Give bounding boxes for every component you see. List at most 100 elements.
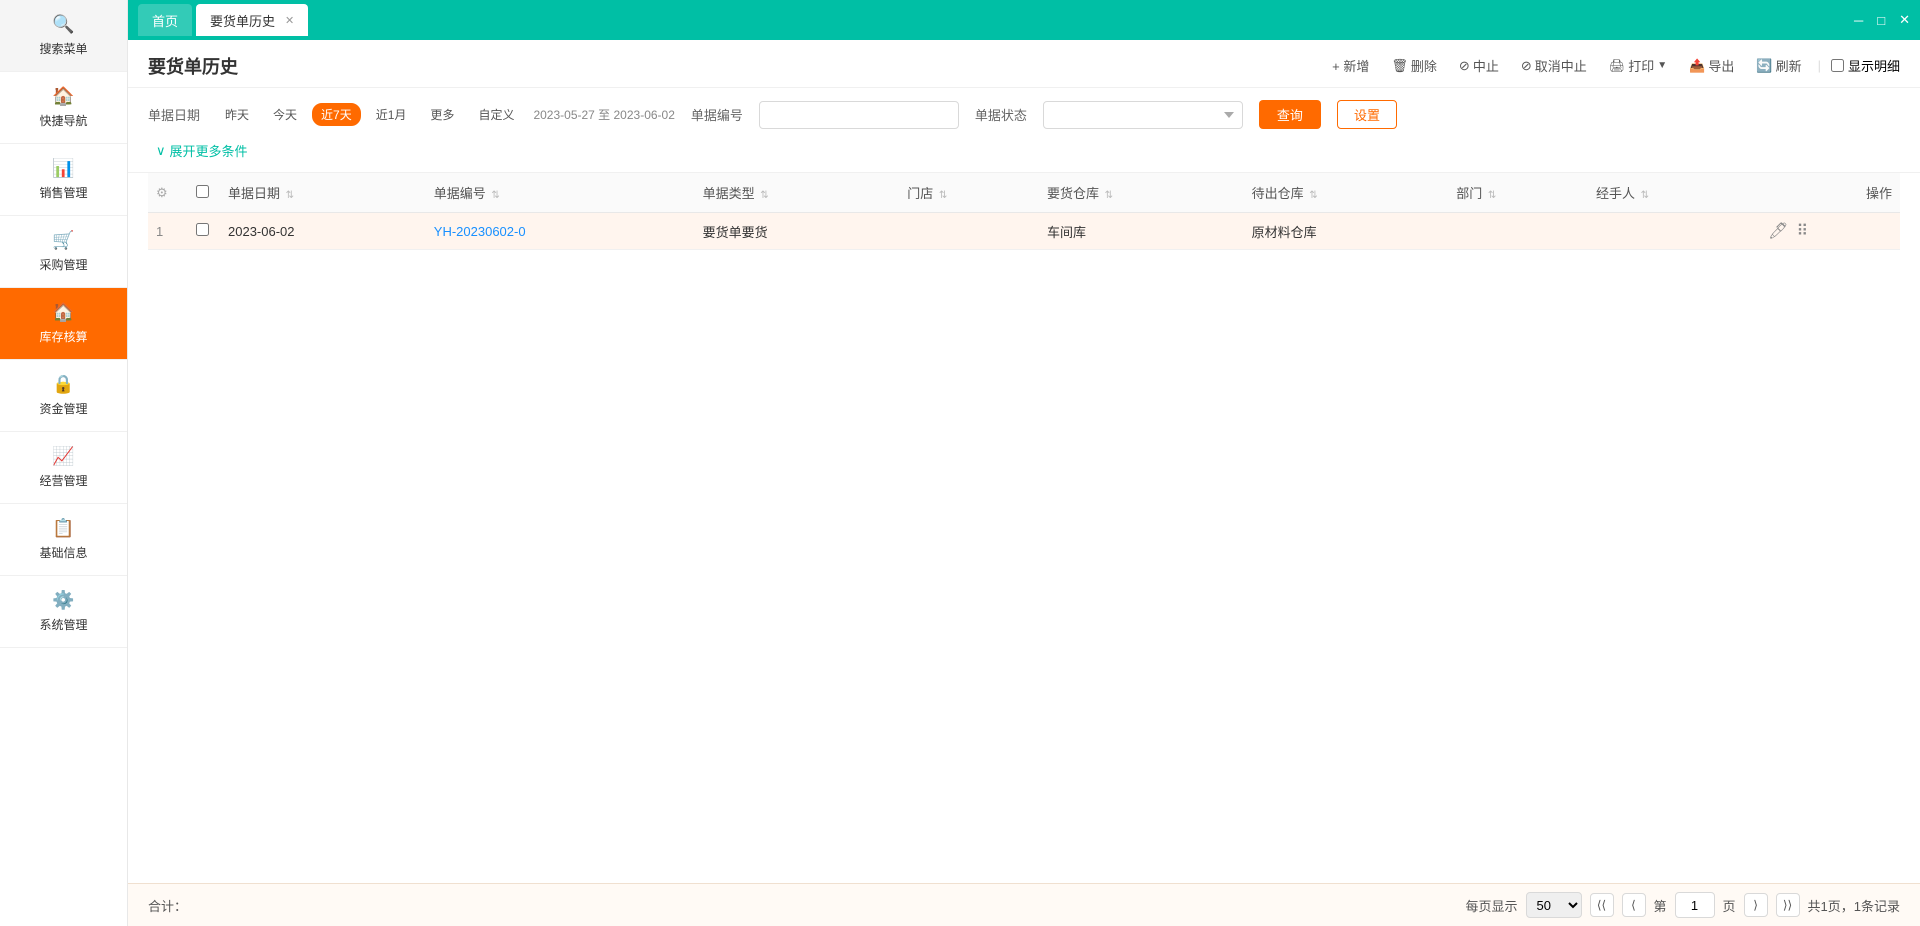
sidebar-item-operations[interactable]: 📈 经营管理 xyxy=(0,432,127,504)
total-label: 合计： xyxy=(148,896,187,915)
expand-chevron-icon: ∨ xyxy=(156,143,166,159)
inventory-icon: 🏠 xyxy=(52,302,74,323)
sidebar-item-purchase[interactable]: 🛒 采购管理 xyxy=(0,216,127,288)
table-wrap: ⚙ 单据日期 ⇅ 单据编号 ⇅ xyxy=(128,173,1920,883)
refresh-label: 刷新 xyxy=(1776,56,1802,75)
sidebar-item-system[interactable]: ⚙️ 系统管理 xyxy=(0,576,127,648)
col-req-warehouse-label: 要货仓库 xyxy=(1047,186,1099,201)
sidebar-item-label: 基础信息 xyxy=(39,544,87,561)
tab-close-icon[interactable]: ✕ xyxy=(285,14,294,27)
sidebar-item-label: 销售管理 xyxy=(39,184,87,201)
col-number[interactable]: 单据编号 ⇅ xyxy=(426,173,695,213)
refresh-button[interactable]: 🔄 刷新 xyxy=(1750,52,1807,79)
display-detail-checkbox[interactable] xyxy=(1831,59,1844,72)
doc-number-input[interactable] xyxy=(759,101,959,129)
stop-icon: ⊘ xyxy=(1459,58,1470,74)
system-icon: ⚙️ xyxy=(52,590,74,611)
sidebar-item-label: 系统管理 xyxy=(39,616,87,633)
export-label: 导出 xyxy=(1708,56,1734,75)
page-number-input[interactable] xyxy=(1675,892,1715,918)
expand-more-btn[interactable]: ∨ 展开更多条件 xyxy=(148,137,1900,164)
print-button[interactable]: 🖨 打印 ▼ xyxy=(1603,52,1673,79)
export-button[interactable]: 📤 导出 xyxy=(1683,52,1740,79)
new-button[interactable]: + 新增 xyxy=(1326,52,1375,79)
prev-page-btn[interactable]: ⟨ xyxy=(1622,893,1646,917)
col-handler[interactable]: 经手人 ⇅ xyxy=(1588,173,1760,213)
display-detail-checkbox-label[interactable]: 显示明细 xyxy=(1831,56,1900,75)
select-all-checkbox[interactable] xyxy=(196,185,209,198)
date-btn-more[interactable]: 更多 xyxy=(421,103,463,126)
pagination: 每页显示 50 100 200 ⟨⟨ ⟨ 第 页 ⟩ ⟩⟩ 共1页，1条记录 xyxy=(1465,892,1900,918)
print-label: 打印 xyxy=(1628,56,1654,75)
table-settings-icon[interactable]: ⚙ xyxy=(156,185,168,200)
col-action: 操作 xyxy=(1760,173,1900,213)
tab-home[interactable]: 首页 xyxy=(138,4,192,36)
date-filter-label: 单据日期 xyxy=(148,105,200,124)
settings-button[interactable]: 设置 xyxy=(1337,100,1397,129)
col-type[interactable]: 单据类型 ⇅ xyxy=(695,173,900,213)
sidebar-item-finance[interactable]: 🔒 资金管理 xyxy=(0,360,127,432)
sidebar-item-inventory[interactable]: 🏠 库存核算 xyxy=(0,288,127,360)
toolbar: + 新增 🗑 删除 ⊘ 中止 ⊘ 取消中止 🖨 xyxy=(1326,52,1900,79)
tab-home-label: 首页 xyxy=(152,11,178,30)
col-store[interactable]: 门店 ⇅ xyxy=(899,173,1039,213)
sort-number-icon: ⇅ xyxy=(491,190,499,201)
page-size-select[interactable]: 50 100 200 xyxy=(1526,892,1582,918)
status-select[interactable] xyxy=(1043,101,1243,129)
next-page-btn[interactable]: ⟩ xyxy=(1744,893,1768,917)
finance-icon: 🔒 xyxy=(52,374,74,395)
date-btn-last1month[interactable]: 近1月 xyxy=(367,103,416,126)
new-label: + 新增 xyxy=(1332,56,1369,75)
sidebar-item-label: 搜索菜单 xyxy=(39,40,87,57)
sidebar-item-label: 采购管理 xyxy=(39,256,87,273)
sidebar-item-label: 快捷导航 xyxy=(39,112,87,129)
col-req-warehouse[interactable]: 要货仓库 ⇅ xyxy=(1039,173,1244,213)
sort-store-icon: ⇅ xyxy=(939,190,947,201)
row-number[interactable]: YH-20230602-0 xyxy=(426,213,695,250)
delete-button[interactable]: 🗑 删除 xyxy=(1385,52,1443,79)
date-btn-today[interactable]: 今天 xyxy=(264,103,306,126)
window-maximize-btn[interactable]: □ xyxy=(1877,13,1885,28)
delete-icon: 🗑 xyxy=(1391,58,1408,74)
row-more-icon[interactable]: ⠿ xyxy=(1796,221,1808,241)
col-settings[interactable]: ⚙ xyxy=(148,173,188,213)
export-icon: 📤 xyxy=(1689,58,1705,74)
col-pending-warehouse[interactable]: 待出仓库 ⇅ xyxy=(1244,173,1449,213)
expand-label: 展开更多条件 xyxy=(170,141,248,160)
window-minimize-btn[interactable]: ─ xyxy=(1854,13,1863,28)
window-close-btn[interactable]: ✕ xyxy=(1899,12,1910,28)
doc-number-label: 单据编号 xyxy=(691,105,743,124)
stop-button[interactable]: ⊘ 中止 xyxy=(1453,52,1505,79)
date-btn-custom[interactable]: 自定义 xyxy=(469,103,523,126)
col-department[interactable]: 部门 ⇅ xyxy=(1448,173,1588,213)
last-page-btn[interactable]: ⟩⟩ xyxy=(1776,893,1800,917)
col-department-label: 部门 xyxy=(1456,186,1482,201)
col-checkbox xyxy=(188,173,220,213)
top-bar-right: ─ □ ✕ xyxy=(1854,12,1910,28)
row-select-checkbox[interactable] xyxy=(196,223,209,236)
sidebar-item-quick-nav[interactable]: 🏠 快捷导航 xyxy=(0,72,127,144)
display-detail-label: 显示明细 xyxy=(1848,56,1900,75)
tab-requisition-history[interactable]: 要货单历史 ✕ xyxy=(196,4,308,36)
operations-icon: 📈 xyxy=(52,446,74,467)
col-date[interactable]: 单据日期 ⇅ xyxy=(220,173,426,213)
date-btn-yesterday[interactable]: 昨天 xyxy=(216,103,258,126)
row-edit-icon[interactable]: 🖊 xyxy=(1768,221,1788,241)
cancel-stop-icon: ⊘ xyxy=(1521,58,1532,74)
date-btn-last7days[interactable]: 近7天 xyxy=(312,103,361,126)
col-pending-warehouse-label: 待出仓库 xyxy=(1252,186,1304,201)
sidebar-item-basic-info[interactable]: 📋 基础信息 xyxy=(0,504,127,576)
sidebar-item-sales[interactable]: 📊 销售管理 xyxy=(0,144,127,216)
sidebar-item-search-menu[interactable]: 🔍 搜索菜单 xyxy=(0,0,127,72)
refresh-icon: 🔄 xyxy=(1756,58,1772,74)
date-range-display: 2023-05-27 至 2023-06-02 xyxy=(533,106,674,123)
table-row[interactable]: 1 2023-06-02 YH-20230602-0 要货单要货 车间库 原材料… xyxy=(148,213,1900,250)
cancel-stop-button[interactable]: ⊘ 取消中止 xyxy=(1515,52,1593,79)
search-button[interactable]: 查询 xyxy=(1259,100,1321,129)
table-header: ⚙ 单据日期 ⇅ 单据编号 ⇅ xyxy=(148,173,1900,213)
data-table: ⚙ 单据日期 ⇅ 单据编号 ⇅ xyxy=(148,173,1900,250)
first-page-btn[interactable]: ⟨⟨ xyxy=(1590,893,1614,917)
row-checkbox xyxy=(188,213,220,250)
sort-pending-warehouse-icon: ⇅ xyxy=(1309,190,1317,201)
col-type-label: 单据类型 xyxy=(703,186,755,201)
